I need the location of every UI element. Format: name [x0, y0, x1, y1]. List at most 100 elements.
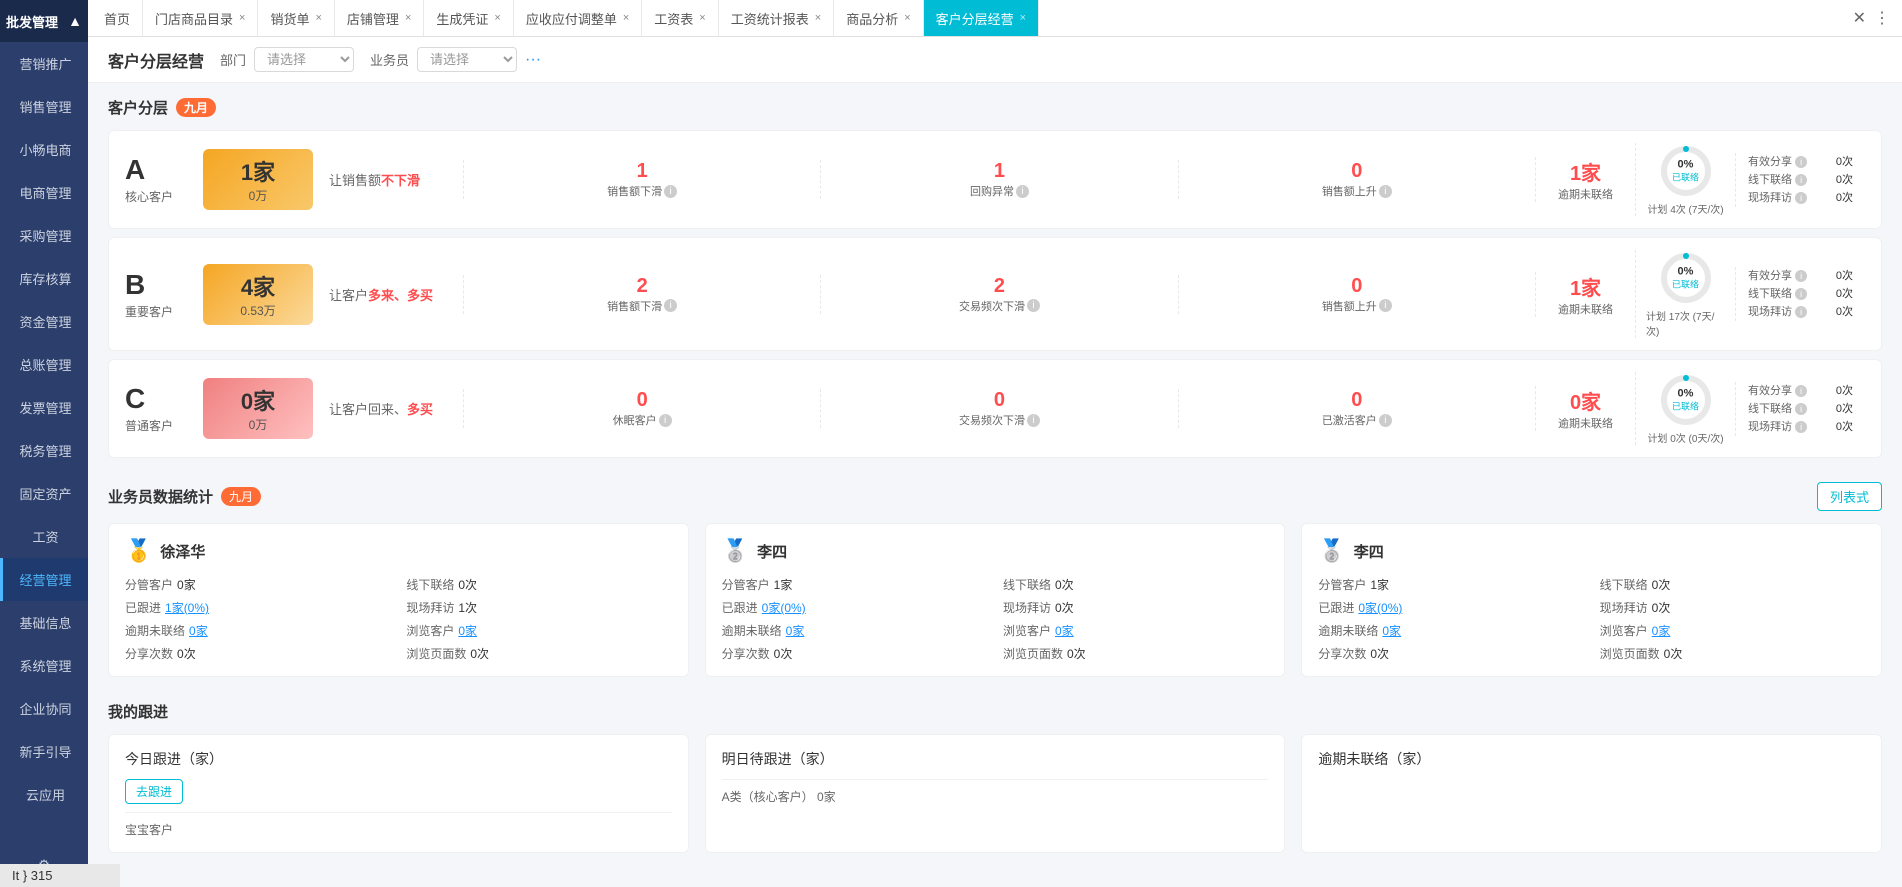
- tier-stat[interactable]: 1销售额下滑i: [463, 160, 820, 199]
- tier-stat[interactable]: 0交易频次下滑i: [820, 389, 1177, 428]
- info-icon[interactable]: i: [1795, 306, 1807, 318]
- tab-首页[interactable]: 首页: [92, 0, 143, 36]
- staff-select[interactable]: 请选择: [417, 47, 517, 72]
- tier-overdue[interactable]: 1家逾期未联络: [1535, 157, 1635, 202]
- info-icon[interactable]: i: [1379, 299, 1392, 312]
- sidebar-item-税务管理[interactable]: 税务管理: [0, 429, 88, 472]
- sidebar-item-采购管理[interactable]: 采购管理: [0, 214, 88, 257]
- tab-close-icon[interactable]: ×: [699, 12, 705, 24]
- ring-status: 已联络: [1672, 278, 1699, 291]
- tier-count-block[interactable]: 1家0万: [203, 149, 313, 210]
- biz-stat-plain: 0次: [1664, 645, 1683, 662]
- biz-stat-row: 浏览客户0家: [1600, 622, 1865, 639]
- sidebar-item-经营管理[interactable]: 经营管理: [0, 558, 88, 601]
- tab-close-icon[interactable]: ×: [904, 12, 910, 24]
- biz-stat-link[interactable]: 0家: [189, 622, 208, 639]
- biz-stat-link[interactable]: 0家: [1055, 622, 1074, 639]
- tab-close-icon[interactable]: ×: [1020, 12, 1026, 24]
- tier-stat[interactable]: 1回购异常i: [820, 160, 1177, 199]
- info-icon[interactable]: i: [1795, 192, 1807, 204]
- info-icon[interactable]: i: [1379, 185, 1392, 198]
- tier-stat[interactable]: 0已激活客户i: [1178, 389, 1535, 428]
- sidebar-item-发票管理[interactable]: 发票管理: [0, 386, 88, 429]
- tier-stat[interactable]: 2交易频次下滑i: [820, 275, 1177, 314]
- sidebar-item-营销推广[interactable]: 营销推广: [0, 42, 88, 85]
- sidebar-expand-icon[interactable]: ▲: [68, 13, 82, 29]
- right-stat-row: 线下联络 i0次: [1748, 285, 1853, 301]
- tab-close-icon[interactable]: ×: [405, 12, 411, 24]
- tab-生成凭证[interactable]: 生成凭证×: [424, 0, 513, 36]
- tab-客户分层经营[interactable]: 客户分层经营×: [924, 0, 1039, 36]
- tier-stat[interactable]: 0销售额上升i: [1178, 160, 1535, 199]
- tab-close-icon[interactable]: ×: [315, 12, 321, 24]
- biz-stat-link[interactable]: 0家: [1382, 622, 1401, 639]
- info-icon[interactable]: i: [664, 185, 677, 198]
- info-icon[interactable]: i: [1027, 299, 1040, 312]
- sidebar-item-工资[interactable]: 工资: [0, 515, 88, 558]
- tier-count-block[interactable]: 0家0万: [203, 378, 313, 439]
- info-icon[interactable]: i: [1795, 174, 1807, 186]
- more-tabs-icon[interactable]: ⋮: [1874, 8, 1890, 28]
- tab-close-icon[interactable]: ×: [623, 12, 629, 24]
- sidebar-item-新手引导[interactable]: 新手引导: [0, 730, 88, 773]
- right-stat-row: 线下联络 i0次: [1748, 400, 1853, 416]
- tier-overdue[interactable]: 1家逾期未联络: [1535, 272, 1635, 317]
- tier-stat[interactable]: 0销售额上升i: [1178, 275, 1535, 314]
- sidebar-item-小畅电商[interactable]: 小畅电商: [0, 128, 88, 171]
- biz-card-header: 🥇 徐泽华: [125, 538, 672, 564]
- info-icon[interactable]: i: [1795, 385, 1807, 397]
- sidebar-item-基础信息[interactable]: 基础信息: [0, 601, 88, 644]
- tier-stat[interactable]: 2销售额下滑i: [463, 275, 820, 314]
- biz-stat-plain: 1家: [774, 576, 793, 593]
- sidebar-item-总账管理[interactable]: 总账管理: [0, 343, 88, 386]
- info-icon[interactable]: i: [1379, 414, 1392, 427]
- follow-sub-label: A类（核心客户） 0家: [722, 788, 1269, 805]
- tab-商品分析[interactable]: 商品分析×: [834, 0, 923, 36]
- sidebar-item-云应用[interactable]: 云应用: [0, 773, 88, 816]
- info-icon[interactable]: i: [1016, 185, 1029, 198]
- dept-select[interactable]: 请选择: [254, 47, 354, 72]
- info-icon[interactable]: i: [1027, 414, 1040, 427]
- biz-stat-link[interactable]: 1家(0%): [165, 599, 209, 616]
- sidebar-item-销售管理[interactable]: 销售管理: [0, 85, 88, 128]
- biz-stat-link[interactable]: 0家(0%): [762, 599, 806, 616]
- info-icon[interactable]: i: [664, 299, 677, 312]
- sidebar-item-资金管理[interactable]: 资金管理: [0, 300, 88, 343]
- tab-close-icon[interactable]: ×: [239, 12, 245, 24]
- info-icon[interactable]: i: [1795, 421, 1807, 433]
- tab-close-icon[interactable]: ×: [494, 12, 500, 24]
- info-icon[interactable]: i: [1795, 156, 1807, 168]
- go-follow-button[interactable]: 去跟进: [125, 779, 183, 804]
- tier-right-stats: 有效分享 i0次线下联络 i0次现场拜访 i0次: [1735, 382, 1865, 436]
- tier-stat[interactable]: 0休眠客户i: [463, 389, 820, 428]
- sidebar-item-库存核算[interactable]: 库存核算: [0, 257, 88, 300]
- biz-stat-row: 浏览客户0家: [406, 622, 671, 639]
- filter-more-icon[interactable]: ···: [525, 51, 541, 69]
- tab-工资统计报表[interactable]: 工资统计报表×: [719, 0, 834, 36]
- medal-icon: 🥈: [722, 538, 749, 564]
- biz-stat-link[interactable]: 0家: [458, 622, 477, 639]
- list-view-button[interactable]: 列表式: [1817, 482, 1882, 511]
- info-icon[interactable]: i: [1795, 270, 1807, 282]
- info-icon[interactable]: i: [1795, 403, 1807, 415]
- sidebar-item-系统管理[interactable]: 系统管理: [0, 644, 88, 687]
- biz-stat-link[interactable]: 0家: [786, 622, 805, 639]
- tab-销货单[interactable]: 销货单×: [258, 0, 334, 36]
- sidebar-item-企业协同[interactable]: 企业协同: [0, 687, 88, 730]
- sidebar-item-电商管理[interactable]: 电商管理: [0, 171, 88, 214]
- sidebar-item-固定资产[interactable]: 固定资产: [0, 472, 88, 515]
- tier-count-block[interactable]: 4家0.53万: [203, 264, 313, 325]
- tab-店铺管理[interactable]: 店铺管理×: [335, 0, 424, 36]
- right-stat-label: 线下联络 i: [1748, 285, 1807, 301]
- info-icon[interactable]: i: [1795, 288, 1807, 300]
- info-icon[interactable]: i: [659, 414, 672, 427]
- biz-stat-link[interactable]: 0家(0%): [1358, 599, 1402, 616]
- tab-门店商品目录[interactable]: 门店商品目录×: [143, 0, 258, 36]
- biz-stat-link[interactable]: 0家: [1652, 622, 1671, 639]
- close-tab-icon[interactable]: ✕: [1853, 8, 1866, 28]
- tier-overdue[interactable]: 0家逾期未联络: [1535, 386, 1635, 431]
- tab-应收应付调整单[interactable]: 应收应付调整单×: [514, 0, 642, 36]
- tab-工资表[interactable]: 工资表×: [642, 0, 718, 36]
- tab-close-icon[interactable]: ×: [815, 12, 821, 24]
- tier-stat-num: 0: [829, 389, 1169, 412]
